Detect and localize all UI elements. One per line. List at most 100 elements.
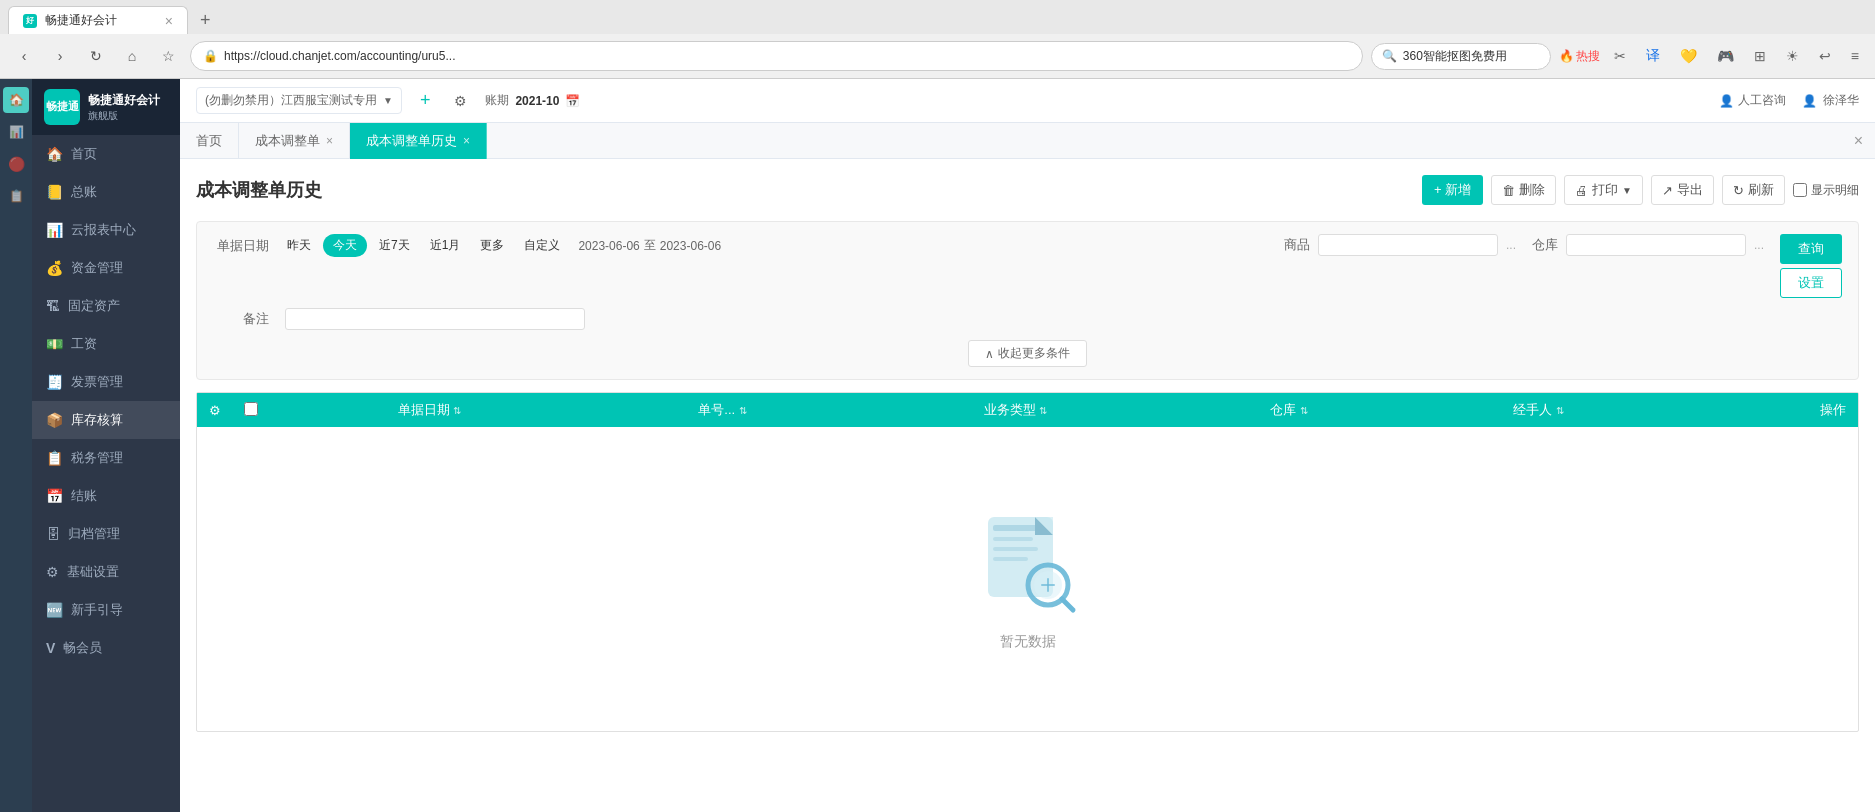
sidebar-item-reports[interactable]: 📊 云报表中心 [32,211,180,249]
sidebar-app-name: 畅捷通好会计 [88,92,160,109]
icon-sidebar-item-2[interactable]: 📊 [3,119,29,145]
archive-icon: 🗄 [46,526,60,542]
warehouse-more-btn[interactable]: ... [1754,238,1764,252]
remark-filter-label: 备注 [213,310,269,328]
warehouse-input[interactable] [1566,234,1746,256]
sidebar-header: 畅捷通 畅捷通好会计 旗舰版 [32,79,180,135]
sort-number-icon: ⇅ [739,405,747,416]
sidebar-item-inventory[interactable]: 📦 库存核算 [32,401,180,439]
filter-date-section: 单据日期 昨天 今天 近7天 近1月 更多 自定义 2023-06-06 至 [213,234,1268,257]
col-checkbox[interactable] [233,393,269,427]
export-icon: ↗ [1662,183,1673,198]
col-warehouse[interactable]: 仓库 ⇅ [1176,393,1402,427]
period-display: 账期 2021-10 📅 [485,92,580,109]
reload-btn[interactable]: ↻ [82,42,110,70]
col-operator[interactable]: 经手人 ⇅ [1402,393,1675,427]
sort-date-icon: ⇅ [453,405,461,416]
shortcut-today[interactable]: 今天 [323,234,367,257]
col-settings[interactable]: ⚙ [197,393,233,427]
col-number-label: 单号... [698,402,735,417]
shortcut-yesterday[interactable]: 昨天 [279,234,319,257]
query-btn[interactable]: 查询 [1780,234,1842,264]
print-dropdown-icon: ▼ [1622,185,1632,196]
sidebar-item-home[interactable]: 🏠 首页 [32,135,180,173]
sidebar-item-ledger[interactable]: 📒 总账 [32,173,180,211]
export-btn[interactable]: ↗ 导出 [1651,175,1714,205]
browser-search[interactable]: 🔍 360智能抠图免费用 [1371,43,1551,70]
col-business-type[interactable]: 业务类型 ⇅ [855,393,1176,427]
shortcut-more[interactable]: 更多 [472,234,512,257]
select-all-checkbox[interactable] [244,402,258,416]
refresh-btn[interactable]: ↻ 刷新 [1722,175,1785,205]
browser-tab-close[interactable]: × [165,13,173,29]
app-tab-cost-adjust[interactable]: 成本调整单 × [239,123,350,159]
browser-tool-translate[interactable]: 译 [1640,45,1666,67]
home-browser-btn[interactable]: ⌂ [118,42,146,70]
sidebar-item-guide[interactable]: 🆕 新手引导 [32,591,180,629]
sidebar-item-funds[interactable]: 💰 资金管理 [32,249,180,287]
print-btn[interactable]: 🖨 打印 ▼ [1564,175,1643,205]
shortcut-custom[interactable]: 自定义 [516,234,568,257]
close-tab-2[interactable]: × [463,134,470,148]
date-range-display: 2023-06-06 至 2023-06-06 [578,237,721,254]
url-text: https://cloud.chanjet.com/accounting/uru… [224,49,455,63]
company-settings-btn[interactable]: ⚙ [448,91,473,111]
sidebar-item-archive[interactable]: 🗄 归档管理 [32,515,180,553]
svg-rect-2 [993,537,1033,541]
company-selector[interactable]: (勿删勿禁用）江西服宝测试专用 ▼ [196,87,402,114]
close-period-icon: 📅 [46,488,63,504]
browser-tool-game[interactable]: 🎮 [1711,46,1740,66]
new-tab-btn[interactable]: + [190,6,221,34]
sidebar-item-settings[interactable]: ⚙ 基础设置 [32,553,180,591]
new-btn[interactable]: + 新增 [1422,175,1483,205]
hot-search-icon[interactable]: 🔥 热搜 [1559,48,1600,65]
service-btn[interactable]: 👤 人工咨询 [1719,92,1786,109]
remark-input[interactable] [285,308,585,330]
sidebar-item-member[interactable]: V 畅会员 [32,629,180,667]
col-date[interactable]: 单据日期 ⇅ [269,393,590,427]
user-info[interactable]: 👤 徐泽华 [1802,92,1859,109]
browser-tool-menu[interactable]: ≡ [1845,46,1865,66]
browser-tool-grid[interactable]: ⊞ [1748,46,1772,66]
browser-tool-coin[interactable]: 💛 [1674,46,1703,66]
forward-btn[interactable]: › [46,42,74,70]
shortcut-1month[interactable]: 近1月 [422,234,469,257]
back-btn[interactable]: ‹ [10,42,38,70]
browser-tool-brightness[interactable]: ☀ [1780,46,1805,66]
svg-rect-3 [993,547,1038,551]
close-tab-1[interactable]: × [326,134,333,148]
bookmark-btn[interactable]: ☆ [154,42,182,70]
sidebar-item-salary[interactable]: 💵 工资 [32,325,180,363]
icon-sidebar-item-4[interactable]: 📋 [3,183,29,209]
show-detail-checkbox[interactable] [1793,183,1807,197]
close-all-tabs-btn[interactable]: × [1842,132,1875,150]
col-number[interactable]: 单号... ⇅ [590,393,855,427]
collapse-btn[interactable]: ∧ 收起更多条件 [968,340,1087,367]
date-filter-label: 单据日期 [213,237,269,255]
collapse-area: ∧ 收起更多条件 [213,340,1842,367]
reports-icon: 📊 [46,222,63,238]
main-sidebar: 畅捷通 畅捷通好会计 旗舰版 🏠 首页 📒 总账 📊 云报表中心 💰 资 [32,79,180,812]
calendar-icon[interactable]: 📅 [565,94,580,108]
app-tab-cost-adjust-history[interactable]: 成本调整单历史 × [350,123,487,159]
url-bar[interactable]: 🔒 https://cloud.chanjet.com/accounting/u… [190,41,1363,71]
sidebar-item-tax[interactable]: 📋 税务管理 [32,439,180,477]
app-tab-home[interactable]: 首页 [180,123,239,159]
sort-biz-icon: ⇅ [1039,405,1047,416]
icon-sidebar-item-1[interactable]: 🏠 [3,87,29,113]
delete-btn[interactable]: 🗑 删除 [1491,175,1556,205]
goods-input[interactable] [1318,234,1498,256]
icon-sidebar-item-3[interactable]: 🔴 [3,151,29,177]
inventory-icon: 📦 [46,412,63,428]
shortcut-7days[interactable]: 近7天 [371,234,418,257]
sidebar-item-invoice[interactable]: 🧾 发票管理 [32,363,180,401]
add-company-btn[interactable]: + [414,88,437,113]
sidebar-item-close[interactable]: 📅 结账 [32,477,180,515]
browser-tool-scissors[interactable]: ✂ [1608,46,1632,66]
sidebar-item-fixed-assets[interactable]: 🏗 固定资产 [32,287,180,325]
goods-more-btn[interactable]: ... [1506,238,1516,252]
browser-tool-undo[interactable]: ↩ [1813,46,1837,66]
browser-tab-app[interactable]: 好 畅捷通好会计 × [8,6,188,34]
col-action-label: 操作 [1820,402,1846,417]
filter-settings-btn[interactable]: 设置 [1780,268,1842,298]
